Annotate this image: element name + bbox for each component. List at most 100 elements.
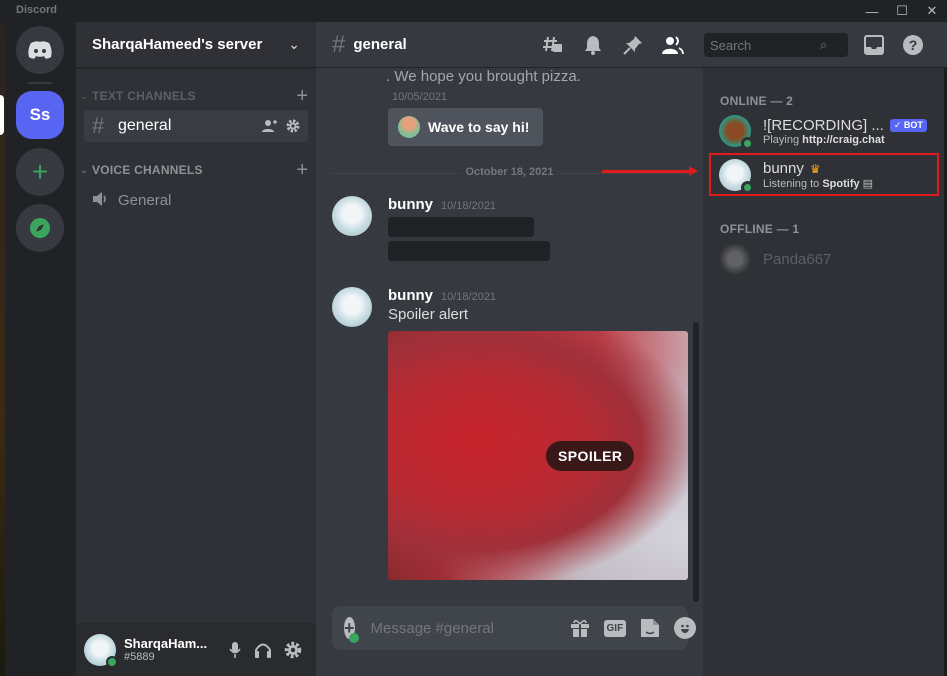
caret-icon: ⌄ [80,90,88,101]
chat-scrollbar[interactable] [693,322,699,602]
channel-voice-general[interactable]: General [84,184,308,216]
online-status-dot [741,181,754,194]
chat-header: # general ⌕ ? [316,22,947,68]
gif-button[interactable]: GIF [603,619,627,637]
message-author[interactable]: bunny [388,196,433,213]
message: bunny 10/18/2021 [332,196,692,261]
inbox-icon[interactable] [864,35,884,55]
member-panda667[interactable]: Panda667 [711,238,937,280]
member-list-icon[interactable] [662,34,684,56]
crown-icon: ♛ [809,161,821,176]
member-name: Panda667 [763,250,832,268]
caret-icon: ⌄ [80,164,88,175]
close-button[interactable]: ✕ [917,0,947,22]
guild-header[interactable]: SharqaHameed's server ⌄ [76,22,316,68]
rail-separator [28,82,52,84]
category-voice-channels[interactable]: ⌄ VOICE CHANNELS + [76,158,316,182]
online-dot [348,633,359,643]
member-name: ![RECORDING] ... [763,116,884,134]
channel-title: general [353,36,407,53]
author-avatar[interactable] [332,196,372,236]
author-avatar[interactable] [332,287,372,327]
chevron-down-icon: ⌄ [288,36,300,52]
user-avatar[interactable] [84,633,118,668]
channel-sidebar: SharqaHameed's server ⌄ ⌄ TEXT CHANNELS … [76,22,316,676]
user-panel: SharqaHam... #5889 [76,623,316,676]
message-author[interactable]: bunny [388,287,433,304]
guild-name: SharqaHameed's server [92,36,263,53]
create-channel-icon[interactable]: + [296,86,308,106]
plus-icon: + [31,156,49,187]
home-button[interactable] [16,26,64,74]
online-status-dot [106,655,118,668]
search-input[interactable] [710,37,820,53]
speaker-icon [92,187,118,213]
member-bunny[interactable]: bunny ♛ Listening to Spotify ▤ [711,154,937,196]
username: SharqaHam... [124,636,208,651]
category-label: VOICE CHANNELS [92,163,203,177]
search-icon: ⌕ [820,37,828,52]
gear-icon[interactable] [286,119,300,133]
search-box[interactable]: ⌕ [704,33,848,57]
server-rail: Ss + [0,22,76,676]
wave-label: Wave to say hi! [428,119,530,135]
category-label: TEXT CHANNELS [92,89,196,103]
message-input[interactable] [370,619,570,637]
sticker-icon[interactable] [640,618,660,638]
message-list: . We hope you brought pizza. 10/05/2021 … [316,68,703,608]
channel-general[interactable]: # general [84,110,308,142]
member-recording-bot[interactable]: ![RECORDING] ... ✓ BOT Playing http://cr… [711,110,937,152]
compass-icon [30,218,50,238]
add-server-button[interactable]: + [16,148,64,196]
category-text-channels[interactable]: ⌄ TEXT CHANNELS + [76,84,316,108]
bell-icon[interactable] [582,34,604,56]
wave-sticker-icon [398,116,420,138]
invite-icon[interactable] [262,119,278,133]
member-avatar [719,243,751,275]
bot-badge: ✓ BOT [889,118,927,132]
online-status-dot [741,137,754,150]
explore-servers-button[interactable] [16,204,64,252]
rich-presence-icon: ▤ [862,178,874,190]
spoiler-image-attachment[interactable]: SPOILER [388,331,688,580]
message-timestamp: 10/18/2021 [441,200,497,212]
svg-text:?: ? [909,37,918,53]
member-list: ONLINE — 2 ![RECORDING] ... ✓ BOT Playin… [703,68,947,676]
redacted-line [388,217,534,237]
annotation-arrow [602,166,698,176]
message: bunny 10/18/2021 Spoiler alert [332,287,692,327]
server-icon-sharqahameed[interactable]: Ss [16,91,64,139]
gift-icon[interactable] [570,618,590,638]
wave-to-say-hi-button[interactable]: Wave to say hi! [388,108,544,146]
member-group-offline: OFFLINE — 1 [720,222,800,236]
microphone-icon[interactable] [228,641,242,659]
system-message-date: 10/05/2021 [392,91,448,103]
date-divider-label: October 18, 2021 [459,166,560,178]
threads-icon[interactable] [542,34,564,56]
attach-plus-icon[interactable]: + [344,617,359,643]
user-tag: #5889 [124,651,155,663]
member-activity: Listening to Spotify ▤ [763,178,874,190]
app-name: Discord [16,4,57,16]
headphones-icon[interactable] [254,641,272,659]
title-bar: Discord — ☐ ✕ [0,0,947,22]
date-divider: October 18, 2021 [332,166,687,178]
help-icon[interactable]: ? [902,34,924,56]
create-channel-icon[interactable]: + [296,160,308,180]
maximize-button[interactable]: ☐ [887,0,917,22]
member-group-online: ONLINE — 2 [720,94,794,108]
minimize-button[interactable]: — [857,0,887,22]
user-settings-gear-icon[interactable] [284,641,302,659]
window-controls: — ☐ ✕ [857,0,947,22]
message-text: Spoiler alert [388,306,469,323]
spoiler-label: SPOILER [546,441,635,471]
message-timestamp: 10/18/2021 [441,291,497,303]
emoji-icon[interactable] [674,617,697,639]
hash-icon: # [332,30,346,58]
chat-area: # general ⌕ ? . We hope you brought p [316,22,947,676]
member-avatar [719,159,754,194]
channel-name: General [118,191,172,209]
selected-server-indicator [0,95,4,135]
member-avatar [719,115,754,150]
pin-icon[interactable] [622,34,644,56]
